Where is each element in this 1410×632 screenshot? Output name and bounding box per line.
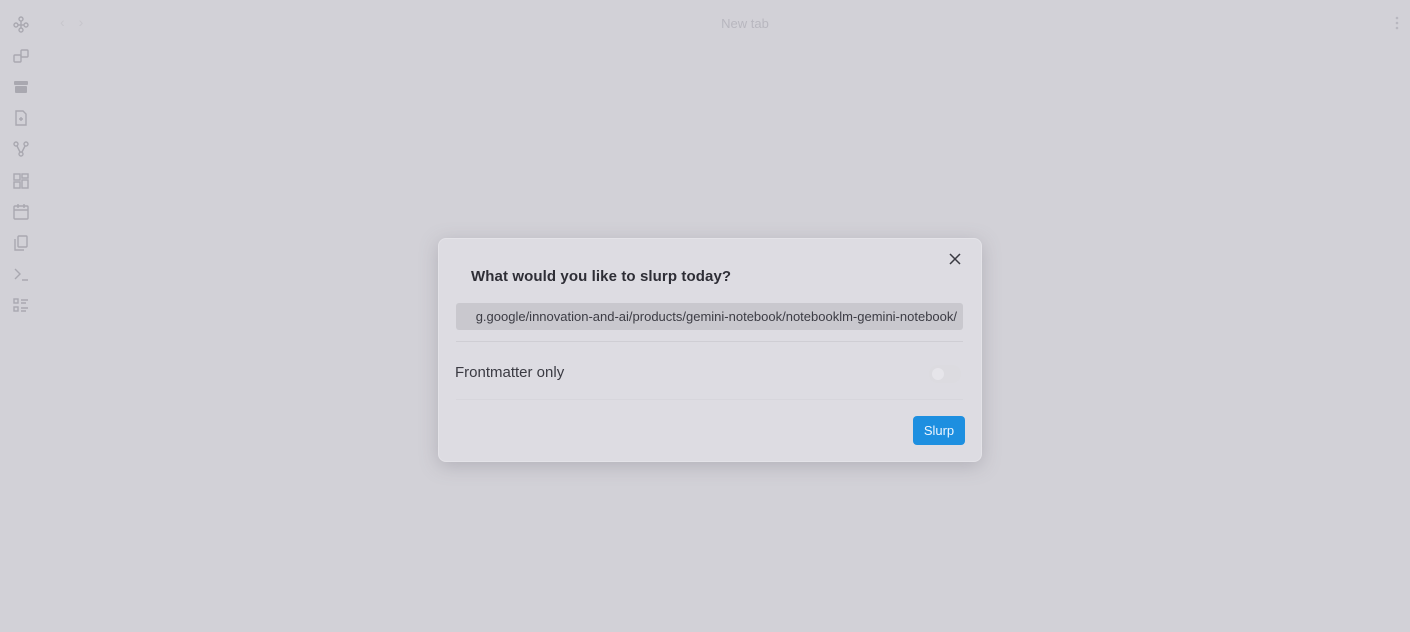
new-note-icon[interactable] [12, 109, 30, 127]
branch-graph-icon[interactable] [12, 140, 30, 158]
tab-title: New tab [721, 16, 769, 31]
left-ribbon [0, 0, 42, 632]
toggle-knob [932, 368, 944, 380]
more-options-icon[interactable] [1394, 14, 1400, 32]
slurp-modal: What would you like to slurp today? Fron… [438, 238, 982, 462]
frontmatter-label: Frontmatter only [455, 364, 565, 381]
calendar-icon[interactable] [12, 203, 30, 221]
row-divider [456, 399, 963, 400]
close-icon[interactable] [947, 251, 963, 267]
list-icon[interactable] [12, 296, 30, 314]
app-window: ‹ › New tab What would you like to slurp… [0, 0, 1410, 632]
slurp-button[interactable]: Slurp [913, 416, 965, 445]
modal-title: What would you like to slurp today? [471, 268, 732, 285]
terminal-icon[interactable] [12, 265, 30, 283]
input-divider [456, 341, 963, 342]
copy-files-icon[interactable] [12, 234, 30, 252]
frontmatter-toggle[interactable] [929, 365, 961, 383]
canvas-icon[interactable] [12, 47, 30, 65]
url-input[interactable] [456, 303, 963, 330]
archive-icon[interactable] [12, 78, 30, 96]
dashboard-icon[interactable] [12, 172, 30, 190]
frontmatter-setting-row: Frontmatter only [455, 351, 965, 399]
